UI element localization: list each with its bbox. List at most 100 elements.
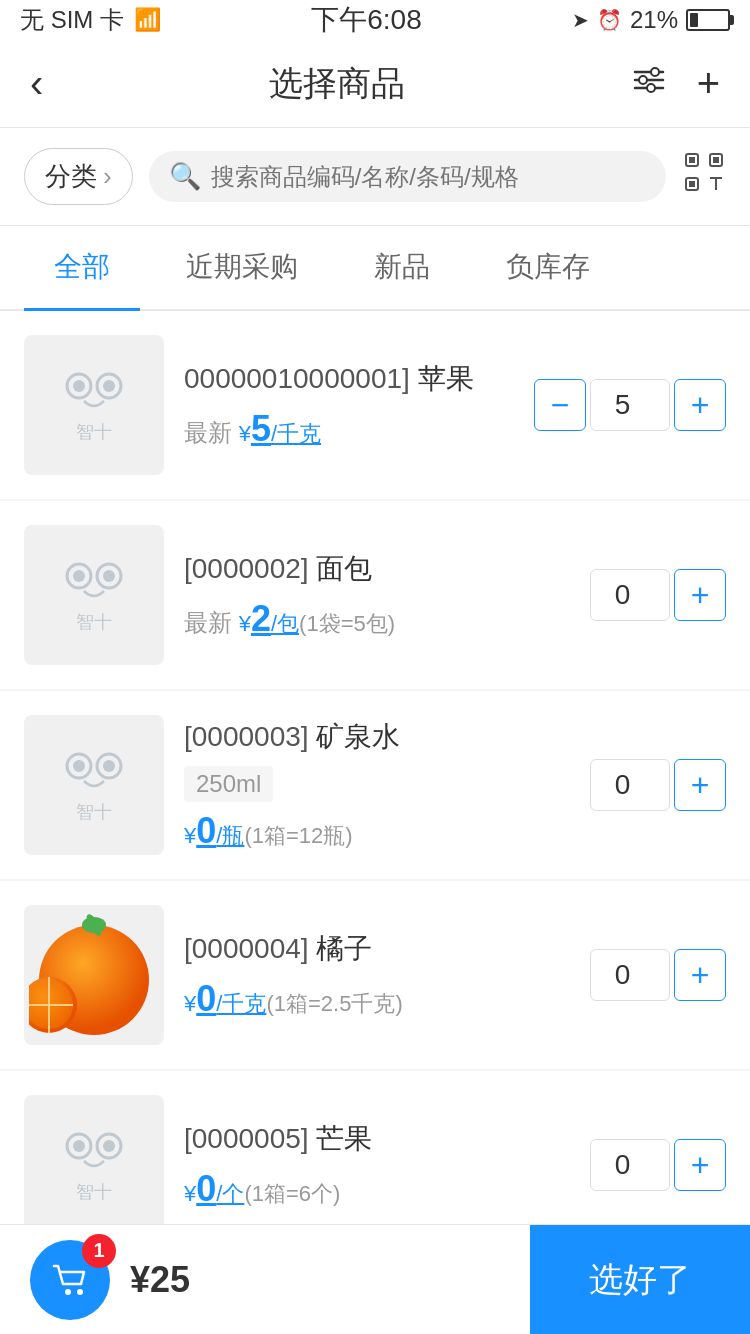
svg-point-20 [73,570,85,582]
quantity-input[interactable] [590,379,670,431]
product-image: 智十 [24,1095,164,1235]
product-info: 00000010000001] 苹果 最新 ¥5/千克 [184,360,514,450]
search-input[interactable] [211,163,646,191]
svg-point-46 [77,1289,83,1295]
svg-point-17 [103,380,115,392]
svg-point-25 [103,760,115,772]
page-title: 选择商品 [269,61,405,107]
quantity-control: + [590,1139,726,1191]
product-price: 最新 ¥2/包(1袋=5包) [184,598,570,640]
product-image: 智十 [24,715,164,855]
svg-rect-9 [689,157,695,163]
bottom-bar: 1 ¥25 选好了 [0,1224,750,1334]
product-price: 最新 ¥5/千克 [184,408,514,450]
quantity-control: − + [534,379,726,431]
product-spec: 250ml [184,766,273,802]
product-info: [0000004] 橘子 ¥0/千克(1箱=2.5千克) [184,930,570,1020]
quantity-input[interactable] [590,949,670,1001]
search-box: 🔍 [149,151,666,202]
quantity-control: + [590,949,726,1001]
status-right: ➤ ⏰ 21% [572,6,730,34]
product-price: ¥0/千克(1箱=2.5千克) [184,978,570,1020]
quantity-plus-button[interactable]: + [674,1139,726,1191]
quantity-input[interactable] [590,1139,670,1191]
wifi-icon: 📶 [134,7,161,33]
alarm-icon: ⏰ [597,8,622,32]
cart-badge: 1 [82,1234,116,1268]
quantity-input[interactable] [590,759,670,811]
product-info: [0000003] 矿泉水 250ml ¥0/瓶(1箱=12瓶) [184,718,570,852]
back-button[interactable]: ‹ [30,61,43,106]
cart-icon-button[interactable]: 1 [30,1240,110,1320]
quantity-minus-button[interactable]: − [534,379,586,431]
product-name: [0000002] 面包 [184,550,570,588]
tab-bar: 全部 近期采购 新品 负库存 [0,226,750,311]
owl-text: 智十 [76,800,112,824]
owl-text: 智十 [76,420,112,444]
status-left: 无 SIM 卡 📶 [20,4,161,36]
owl-logo-icon: 智十 [64,366,124,444]
svg-point-16 [73,380,85,392]
product-name: [0000005] 芒果 [184,1120,570,1158]
svg-point-35 [73,1140,85,1152]
svg-point-5 [647,84,655,92]
product-name: [0000003] 矿泉水 [184,718,570,756]
cart-total: ¥25 [130,1259,190,1301]
tab-negative[interactable]: 负库存 [476,226,620,311]
quantity-control: + [590,759,726,811]
owl-logo-icon: 智十 [64,746,124,824]
confirm-button[interactable]: 选好了 [530,1225,750,1335]
filter-icon[interactable] [631,62,667,106]
quantity-control: + [590,569,726,621]
svg-point-45 [65,1289,71,1295]
quantity-plus-button[interactable]: + [674,759,726,811]
svg-point-3 [651,68,659,76]
search-icon: 🔍 [169,161,201,192]
add-button[interactable]: + [697,61,720,106]
product-list: 智十 00000010000001] 苹果 最新 ¥5/千克 − + [0,311,750,1334]
category-button[interactable]: 分类 › [24,148,133,205]
product-image [24,905,164,1045]
product-info: [0000005] 芒果 ¥0/个(1箱=6个) [184,1120,570,1210]
svg-point-21 [103,570,115,582]
quantity-plus-button[interactable]: + [674,569,726,621]
cart-section: 1 ¥25 [0,1240,530,1320]
owl-text: 智十 [76,610,112,634]
product-name: [0000004] 橘子 [184,930,570,968]
category-label: 分类 [45,159,97,194]
svg-rect-10 [713,157,719,163]
product-price: ¥0/个(1箱=6个) [184,1168,570,1210]
battery-percent: 21% [630,6,678,34]
nav-bar: ‹ 选择商品 + [0,40,750,128]
list-item: [0000004] 橘子 ¥0/千克(1箱=2.5千克) + [0,881,750,1069]
list-item: 智十 [0000003] 矿泉水 250ml ¥0/瓶(1箱=12瓶) + [0,691,750,879]
svg-rect-11 [689,181,695,187]
location-icon: ➤ [572,8,589,32]
quantity-input[interactable] [590,569,670,621]
product-image: 智十 [24,335,164,475]
product-info: [0000002] 面包 最新 ¥2/包(1袋=5包) [184,550,570,640]
list-item: 智十 [0000002] 面包 最新 ¥2/包(1袋=5包) + [0,501,750,689]
list-item: 智十 00000010000001] 苹果 最新 ¥5/千克 − + [0,311,750,499]
svg-point-36 [103,1140,115,1152]
scan-icon[interactable] [682,150,726,203]
svg-point-24 [73,760,85,772]
tab-new[interactable]: 新品 [344,226,460,311]
filter-bar: 分类 › 🔍 [0,128,750,226]
owl-text: 智十 [76,1180,112,1204]
quantity-plus-button[interactable]: + [674,949,726,1001]
tab-all[interactable]: 全部 [24,226,140,311]
owl-logo-icon: 智十 [64,1126,124,1204]
battery-icon [686,9,730,31]
tab-recent[interactable]: 近期采购 [156,226,328,311]
carrier-label: 无 SIM 卡 [20,4,124,36]
product-name: 00000010000001] 苹果 [184,360,514,398]
product-image: 智十 [24,525,164,665]
category-chevron: › [103,161,112,192]
quantity-plus-button[interactable]: + [674,379,726,431]
nav-actions: + [631,61,720,106]
owl-logo-icon: 智十 [64,556,124,634]
svg-point-4 [639,76,647,84]
product-price: ¥0/瓶(1箱=12瓶) [184,810,570,852]
status-time: 下午6:08 [311,1,422,39]
